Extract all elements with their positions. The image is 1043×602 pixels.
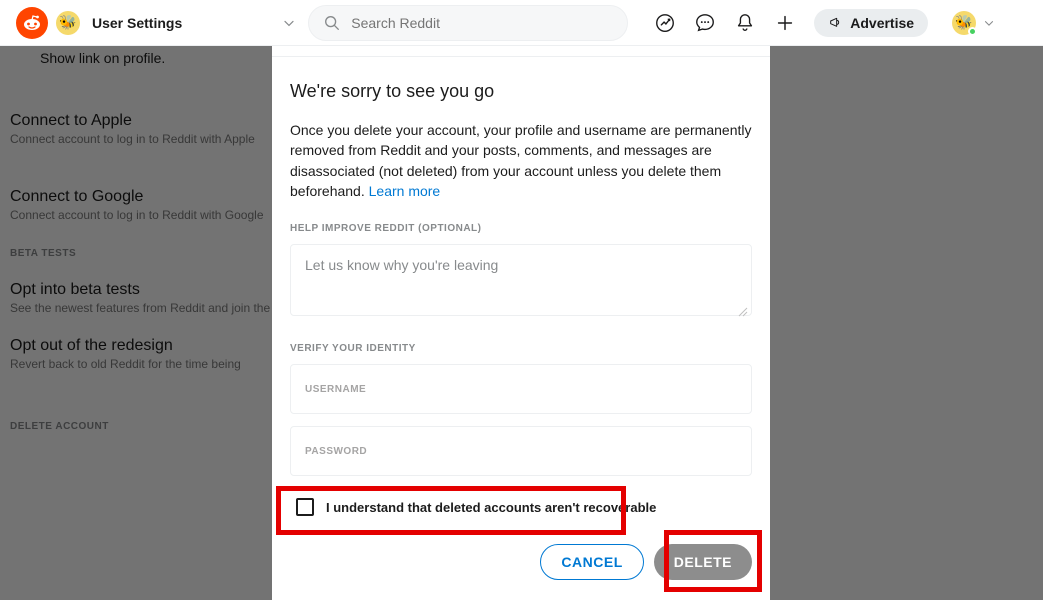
megaphone-icon <box>828 15 844 31</box>
reddit-logo[interactable] <box>16 7 48 39</box>
checkbox-icon[interactable] <box>296 498 314 516</box>
search-icon <box>323 14 341 32</box>
user-avatar: 🐝 <box>952 11 976 35</box>
advertise-label: Advertise <box>850 15 914 31</box>
password-field[interactable]: PASSWORD <box>290 426 752 476</box>
divider <box>272 56 770 57</box>
app-header: 🐝 User Settings Advertise 🐝 <box>0 0 1043 46</box>
search-bar[interactable] <box>308 5 628 41</box>
plus-icon[interactable] <box>774 12 796 34</box>
modal-heading: We're sorry to see you go <box>290 81 752 102</box>
reason-textarea[interactable] <box>290 244 752 316</box>
confirm-checkbox-row[interactable]: I understand that deleted accounts aren'… <box>290 488 752 526</box>
popular-icon[interactable] <box>654 12 676 34</box>
learn-more-link[interactable]: Learn more <box>369 183 441 199</box>
chat-icon[interactable] <box>694 12 716 34</box>
page-title: User Settings <box>92 15 182 31</box>
delete-button[interactable]: DELETE <box>654 544 752 580</box>
user-menu[interactable]: 🐝 <box>952 11 996 35</box>
modal-body: Once you delete your account, your profi… <box>290 120 752 201</box>
checkbox-label: I understand that deleted accounts aren'… <box>326 500 656 515</box>
delete-account-modal: We're sorry to see you go Once you delet… <box>272 46 770 602</box>
verify-label: VERIFY YOUR IDENTITY <box>290 343 752 354</box>
username-field[interactable]: USERNAME <box>290 364 752 414</box>
cancel-button[interactable]: CANCEL <box>540 544 643 580</box>
community-avatar: 🐝 <box>56 11 80 35</box>
search-input[interactable] <box>351 15 613 31</box>
chevron-down-icon <box>982 16 996 30</box>
bell-icon[interactable] <box>734 12 756 34</box>
chevron-down-icon[interactable] <box>278 12 300 34</box>
advertise-button[interactable]: Advertise <box>814 9 928 37</box>
help-label: HELP IMPROVE REDDIT (OPTIONAL) <box>290 223 752 234</box>
username-placeholder: USERNAME <box>305 384 366 395</box>
password-placeholder: PASSWORD <box>305 446 367 457</box>
presence-dot-icon <box>968 27 977 36</box>
